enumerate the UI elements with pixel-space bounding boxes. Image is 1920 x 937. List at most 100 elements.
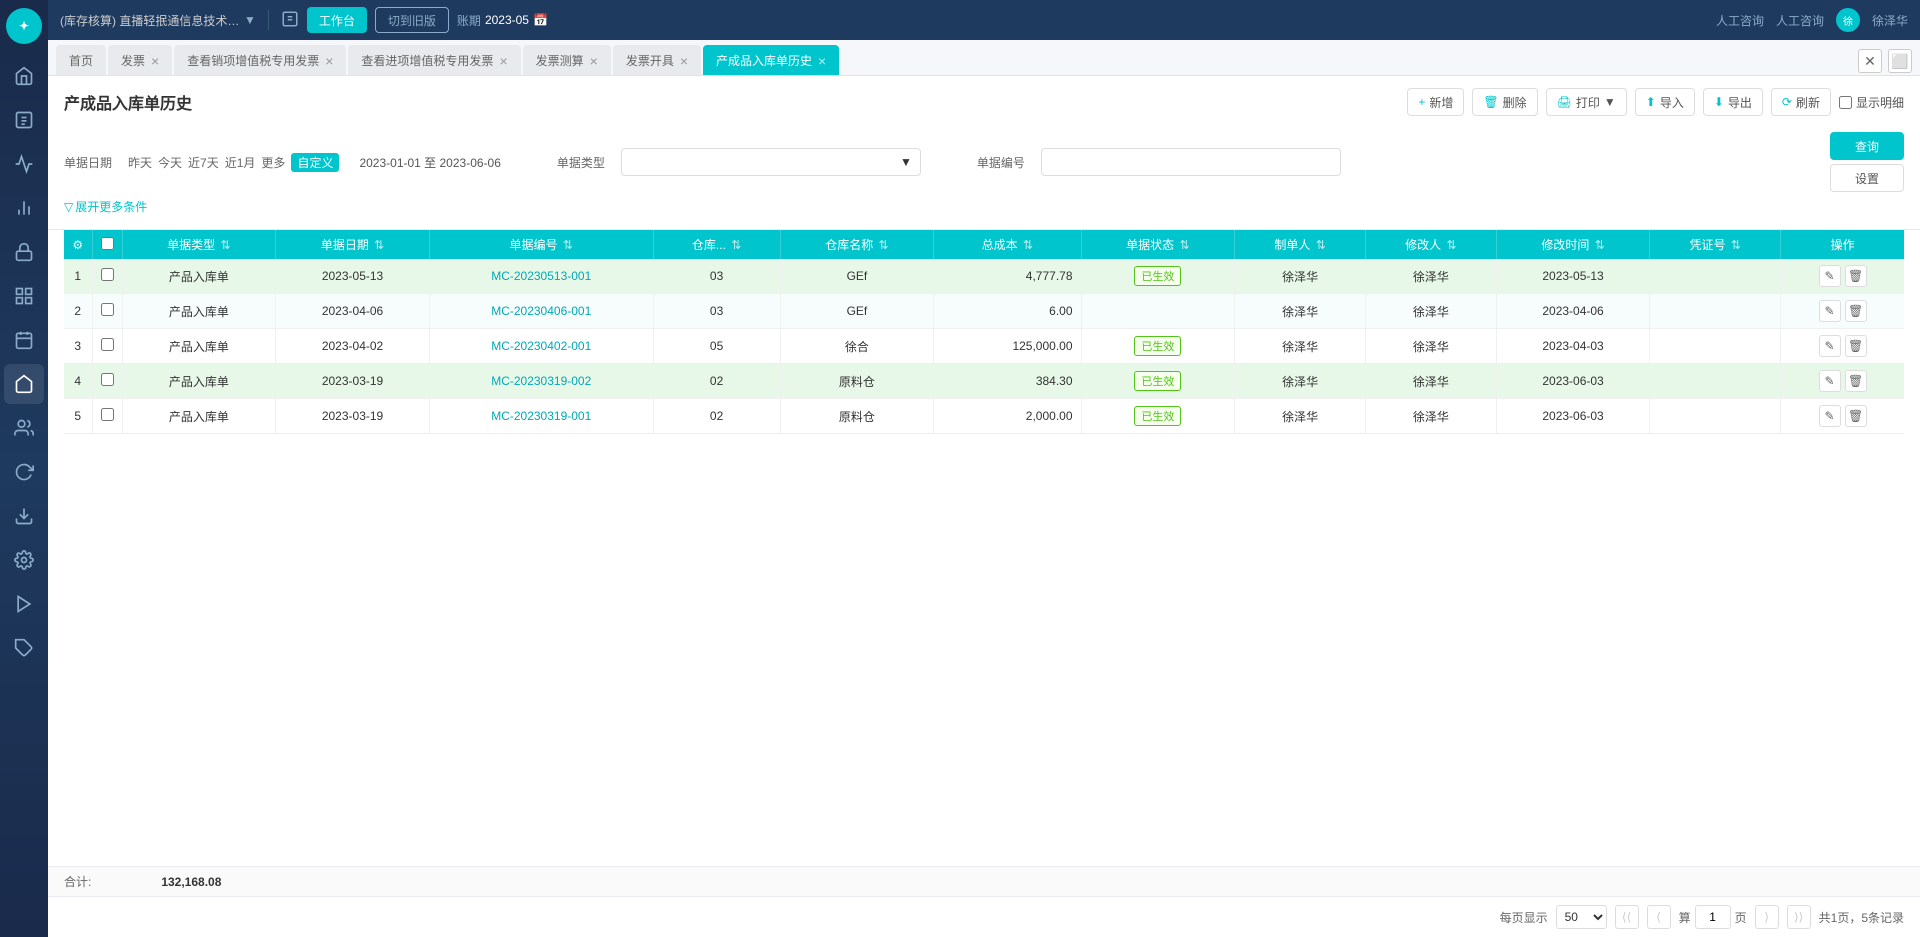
tab-product-history-close[interactable]: ×: [818, 54, 826, 68]
tab-purchase-vat[interactable]: 查看进项增值税专用发票 ×: [348, 45, 520, 75]
col-doc-date-header[interactable]: 单据日期 ⇅: [276, 230, 430, 259]
row-checkbox[interactable]: [92, 364, 122, 399]
row-delete-button[interactable]: 🗑: [1845, 335, 1867, 357]
doc-no-link[interactable]: MC-20230513-001: [491, 269, 591, 283]
per-page-select[interactable]: 50 20 100: [1556, 905, 1607, 929]
doc-no-input[interactable]: [1041, 148, 1341, 176]
doc-no-link[interactable]: MC-20230406-001: [491, 304, 591, 318]
maximize-button[interactable]: ⬜: [1888, 49, 1912, 73]
sidebar-item-tag[interactable]: [4, 628, 44, 668]
row-doc-no[interactable]: MC-20230319-001: [429, 399, 653, 434]
col-modify-time-header[interactable]: 修改时间 ⇅: [1496, 230, 1650, 259]
tab-invoice[interactable]: 发票 ×: [108, 45, 172, 75]
tab-invoice-open-close[interactable]: ×: [680, 54, 688, 68]
close-all-tabs-button[interactable]: ✕: [1858, 49, 1882, 73]
row-checkbox[interactable]: [92, 399, 122, 434]
import-button[interactable]: ⬆ 导入: [1635, 88, 1695, 116]
tab-purchase-vat-close[interactable]: ×: [499, 54, 507, 68]
col-creator-header[interactable]: 制单人 ⇅: [1235, 230, 1366, 259]
col-warehouse-code-header[interactable]: 仓库... ⇅: [653, 230, 780, 259]
doc-icon[interactable]: [281, 10, 299, 31]
row-doc-no[interactable]: MC-20230513-001: [429, 259, 653, 294]
tab-invoice-close[interactable]: ×: [151, 54, 159, 68]
refresh-button[interactable]: ⟳ 刷新: [1771, 88, 1831, 116]
delete-button[interactable]: 🗑 删除: [1472, 88, 1537, 116]
col-modifier-header[interactable]: 修改人 ⇅: [1365, 230, 1496, 259]
new-button[interactable]: + 新增: [1407, 88, 1464, 116]
date-yesterday[interactable]: 昨天: [128, 154, 152, 171]
next-page-button[interactable]: ⟩: [1755, 905, 1779, 929]
sidebar-item-refresh[interactable]: [4, 452, 44, 492]
row-delete-button[interactable]: 🗑: [1845, 265, 1867, 287]
print-button[interactable]: 🖨 打印 ▼: [1546, 88, 1627, 116]
calendar-icon[interactable]: 📅: [533, 13, 548, 27]
row-doc-no[interactable]: MC-20230319-002: [429, 364, 653, 399]
row-doc-no[interactable]: MC-20230406-001: [429, 294, 653, 329]
col-checkbox-header[interactable]: [92, 230, 122, 259]
sidebar-item-download[interactable]: [4, 496, 44, 536]
tab-product-history[interactable]: 产成品入库单历史 ×: [703, 45, 839, 75]
tab-sales-vat[interactable]: 查看销项增值税专用发票 ×: [174, 45, 346, 75]
page-input[interactable]: [1695, 905, 1731, 929]
row-delete-button[interactable]: 🗑: [1845, 370, 1867, 392]
set-button[interactable]: 设置: [1830, 164, 1904, 192]
support-text[interactable]: 人工咨询: [1776, 12, 1824, 29]
row-doc-no[interactable]: MC-20230402-001: [429, 329, 653, 364]
row-delete-button[interactable]: 🗑: [1845, 405, 1867, 427]
last-page-button[interactable]: ⟩⟩: [1787, 905, 1811, 929]
doc-no-link[interactable]: MC-20230402-001: [491, 339, 591, 353]
tab-sales-vat-close[interactable]: ×: [325, 54, 333, 68]
support-link[interactable]: 人工咨询: [1716, 12, 1764, 29]
date-today[interactable]: 今天: [158, 154, 182, 171]
show-detail-checkbox[interactable]: 显示明细: [1839, 94, 1904, 111]
doc-type-select[interactable]: ▼: [621, 148, 921, 176]
row-edit-button[interactable]: ✎: [1819, 405, 1841, 427]
tab-invoice-open[interactable]: 发票开具 ×: [613, 45, 701, 75]
sidebar-item-docs[interactable]: [4, 100, 44, 140]
row-edit-button[interactable]: ✎: [1819, 335, 1841, 357]
date-custom[interactable]: 自定义: [291, 153, 339, 172]
col-doc-no-header[interactable]: 单据编号 ⇅: [429, 230, 653, 259]
col-warehouse-name-header[interactable]: 仓库名称 ⇅: [780, 230, 934, 259]
sidebar-item-chart[interactable]: [4, 144, 44, 184]
select-all-checkbox[interactable]: [101, 237, 114, 250]
date-more[interactable]: 更多: [261, 154, 285, 171]
first-page-button[interactable]: ⟨⟨: [1615, 905, 1639, 929]
brand-selector[interactable]: (库存核算) 直播轻抿通信息技术股份... ▼: [60, 12, 256, 29]
user-name[interactable]: 徐泽华: [1872, 12, 1908, 29]
row-edit-button[interactable]: ✎: [1819, 370, 1841, 392]
col-total-cost-header[interactable]: 总成本 ⇅: [934, 230, 1081, 259]
row-edit-button[interactable]: ✎: [1819, 265, 1841, 287]
col-doc-status-header[interactable]: 单据状态 ⇅: [1081, 230, 1235, 259]
tab-invoice-calc-close[interactable]: ×: [590, 54, 598, 68]
switch-version-button[interactable]: 切到旧版: [375, 7, 449, 33]
workbench-button[interactable]: 工作台: [307, 7, 367, 33]
sidebar-item-calendar[interactable]: [4, 320, 44, 360]
sidebar-item-users[interactable]: [4, 408, 44, 448]
row-edit-button[interactable]: ✎: [1819, 300, 1841, 322]
tab-invoice-calc[interactable]: 发票测算 ×: [523, 45, 611, 75]
col-voucher-no-header[interactable]: 凭证号 ⇅: [1650, 230, 1781, 259]
sidebar-item-analytics[interactable]: [4, 188, 44, 228]
sidebar-item-grid[interactable]: [4, 276, 44, 316]
col-settings-header[interactable]: ⚙: [64, 230, 92, 259]
row-checkbox[interactable]: [92, 259, 122, 294]
app-logo[interactable]: ✦: [6, 8, 42, 44]
show-detail-input[interactable]: [1839, 96, 1852, 109]
sidebar-item-settings[interactable]: [4, 540, 44, 580]
row-checkbox[interactable]: [92, 329, 122, 364]
expand-more-btn[interactable]: ▽ 展开更多条件: [64, 198, 147, 215]
doc-no-link[interactable]: MC-20230319-002: [491, 374, 591, 388]
row-checkbox[interactable]: [92, 294, 122, 329]
date-7days[interactable]: 近7天: [188, 154, 219, 171]
col-doc-type-header[interactable]: 单据类型 ⇅: [122, 230, 276, 259]
sidebar-item-lock[interactable]: [4, 232, 44, 272]
tab-home[interactable]: 首页: [56, 45, 106, 75]
sidebar-item-warehouse[interactable]: [4, 364, 44, 404]
row-delete-button[interactable]: 🗑: [1845, 300, 1867, 322]
date-1month[interactable]: 近1月: [225, 154, 256, 171]
sidebar-item-home[interactable]: [4, 56, 44, 96]
query-button[interactable]: 查询: [1830, 132, 1904, 160]
sidebar-item-play[interactable]: [4, 584, 44, 624]
export-button[interactable]: ⬇ 导出: [1703, 88, 1763, 116]
